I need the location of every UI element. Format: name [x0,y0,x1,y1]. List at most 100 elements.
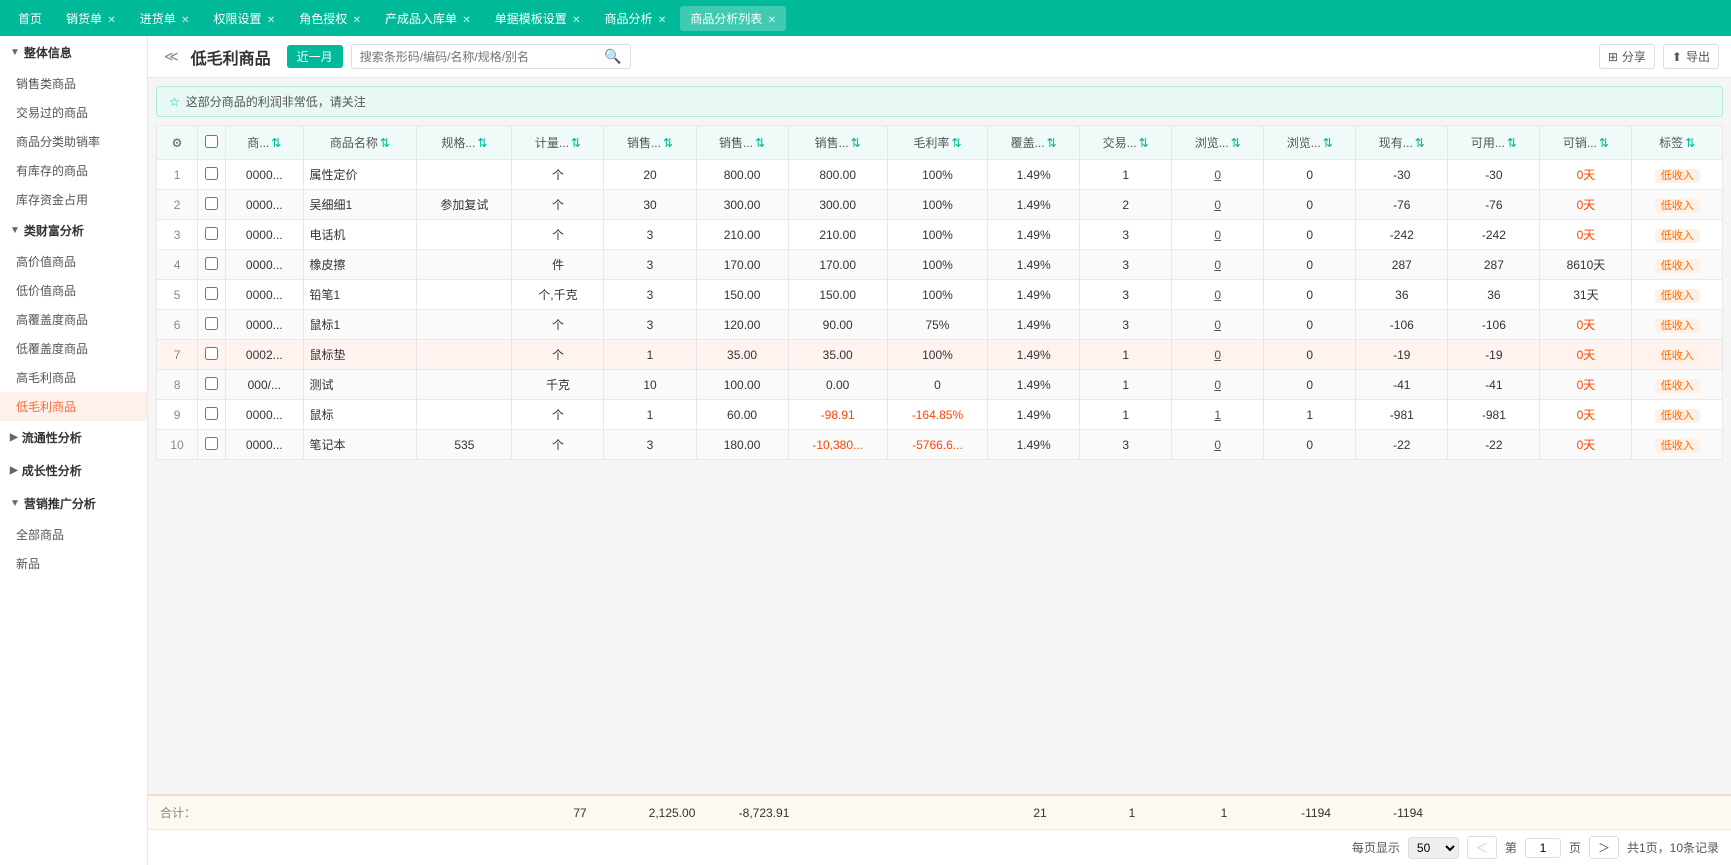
nav-close-goods-analysis[interactable]: ✕ [658,15,666,26]
cell-browse1[interactable]: 0 [1172,340,1264,370]
sidebar-item-sales-goods[interactable]: 销售类商品 [0,69,147,98]
row-checkbox[interactable] [205,197,218,210]
sidebar-section-wealth[interactable]: ▼ 类财富分析 [0,214,147,247]
cell-checkbox[interactable] [198,250,226,280]
cell-browse1[interactable]: 0 [1172,190,1264,220]
next-page-btn[interactable]: ＞ [1589,836,1619,859]
th-browse1[interactable]: 浏览...⇅ [1172,126,1264,160]
nav-goods-analysis[interactable]: 商品分析 ✕ [595,6,677,31]
th-sale-price[interactable]: 销售...⇅ [696,126,788,160]
page-size-select[interactable]: 50 100 [1408,837,1459,859]
share-button[interactable]: ⊞ 分享 [1599,44,1655,69]
cell-checkbox[interactable] [198,340,226,370]
browse1-link[interactable]: 0 [1214,348,1221,362]
th-browse2[interactable]: 浏览...⇅ [1264,126,1356,160]
export-button[interactable]: ⬆ 导出 [1663,44,1719,69]
th-code[interactable]: 商...⇅ [226,126,303,160]
th-gear[interactable]: ⚙ [157,126,198,160]
nav-goods-analysis-list[interactable]: 商品分析列表 ✕ [680,6,786,31]
row-checkbox[interactable] [205,347,218,360]
nav-purchase[interactable]: 进货单 ✕ [130,6,200,31]
cell-checkbox[interactable] [198,220,226,250]
cell-checkbox[interactable] [198,280,226,310]
nav-close-role[interactable]: ✕ [353,15,361,26]
browse1-link[interactable]: 0 [1214,318,1221,332]
sidebar-item-capital[interactable]: 库存资金占用 [0,185,147,214]
sidebar-section-marketing[interactable]: ▼ 营销推广分析 [0,487,147,520]
browse1-link[interactable]: 0 [1214,168,1221,182]
cell-browse1[interactable]: 1 [1172,400,1264,430]
nav-home[interactable]: 首页 [8,6,52,31]
row-checkbox[interactable] [205,377,218,390]
cell-browse1[interactable]: 0 [1172,310,1264,340]
nav-sales[interactable]: 销货单 ✕ [56,6,126,31]
browse1-link[interactable]: 0 [1214,438,1221,452]
row-checkbox[interactable] [205,227,218,240]
cell-browse1[interactable]: 0 [1172,370,1264,400]
row-checkbox[interactable] [205,437,218,450]
browse1-link[interactable]: 0 [1214,228,1221,242]
th-name[interactable]: 商品名称⇅ [303,126,417,160]
sidebar-section-circulation[interactable]: ▶ 流通性分析 [0,421,147,454]
page-number-input[interactable] [1525,838,1561,858]
cell-checkbox[interactable] [198,370,226,400]
th-sale-amount[interactable]: 销售...⇅ [788,126,887,160]
cell-checkbox[interactable] [198,400,226,430]
search-icon[interactable]: 🔍 [604,48,621,65]
period-button[interactable]: 近一月 [287,45,343,68]
prev-page-btn[interactable]: ＜ [1467,836,1497,859]
sidebar-item-high-coverage[interactable]: 高覆盖度商品 [0,305,147,334]
nav-close-purchase[interactable]: ✕ [181,15,189,26]
th-sale-count[interactable]: 销售...⇅ [604,126,696,160]
cell-checkbox[interactable] [198,190,226,220]
nav-role[interactable]: 角色授权 ✕ [289,6,371,31]
cell-browse1[interactable]: 0 [1172,220,1264,250]
nav-close-goods-analysis-list[interactable]: ✕ [768,15,776,26]
th-spec[interactable]: 规格...⇅ [417,126,512,160]
th-current-stock[interactable]: 现有...⇅ [1356,126,1448,160]
select-all-checkbox[interactable] [205,135,218,148]
th-trade-count[interactable]: 交易...⇅ [1080,126,1172,160]
search-input[interactable] [360,50,605,64]
sidebar-item-high-margin[interactable]: 高毛利商品 [0,363,147,392]
row-checkbox[interactable] [205,407,218,420]
nav-close-template[interactable]: ✕ [572,15,580,26]
browse1-link[interactable]: 0 [1214,288,1221,302]
row-checkbox[interactable] [205,287,218,300]
browse1-link[interactable]: 0 [1214,198,1221,212]
row-checkbox[interactable] [205,317,218,330]
browse1-link[interactable]: 0 [1214,378,1221,392]
cell-browse1[interactable]: 0 [1172,280,1264,310]
sidebar-item-new-goods[interactable]: 新品 [0,549,147,578]
row-checkbox[interactable] [205,167,218,180]
cell-checkbox[interactable] [198,160,226,190]
nav-close-product-entry[interactable]: ✕ [462,15,470,26]
row-checkbox[interactable] [205,257,218,270]
cell-browse1[interactable]: 0 [1172,430,1264,460]
th-checkbox[interactable] [198,126,226,160]
nav-close-perm[interactable]: ✕ [267,15,275,26]
th-saleable[interactable]: 可销...⇅ [1540,126,1632,160]
sidebar-item-traded-goods[interactable]: 交易过的商品 [0,98,147,127]
th-gross-margin[interactable]: 毛利率⇅ [887,126,987,160]
sidebar-item-category-rate[interactable]: 商品分类助销率 [0,127,147,156]
th-available[interactable]: 可用...⇅ [1448,126,1540,160]
sidebar-section-overall[interactable]: ▼ 整体信息 [0,36,147,69]
sidebar-item-low-coverage[interactable]: 低覆盖度商品 [0,334,147,363]
sidebar-item-high-value[interactable]: 高价值商品 [0,247,147,276]
sidebar-collapse-btn[interactable]: ≪ [160,48,183,65]
sidebar-section-growth[interactable]: ▶ 成长性分析 [0,454,147,487]
cell-browse1[interactable]: 0 [1172,250,1264,280]
th-unit[interactable]: 计量...⇅ [512,126,604,160]
nav-template[interactable]: 单据模板设置 ✕ [485,6,591,31]
sidebar-item-in-stock[interactable]: 有库存的商品 [0,156,147,185]
nav-perm[interactable]: 权限设置 ✕ [204,6,286,31]
th-tag[interactable]: 标签⇅ [1632,126,1723,160]
cell-browse1[interactable]: 0 [1172,160,1264,190]
cell-checkbox[interactable] [198,310,226,340]
th-coverage[interactable]: 覆盖...⇅ [988,126,1080,160]
nav-close-sales[interactable]: ✕ [107,15,115,26]
nav-product-entry[interactable]: 产成品入库单 ✕ [375,6,481,31]
sidebar-item-low-value[interactable]: 低价值商品 [0,276,147,305]
sidebar-item-low-margin[interactable]: 低毛利商品 [0,392,147,421]
